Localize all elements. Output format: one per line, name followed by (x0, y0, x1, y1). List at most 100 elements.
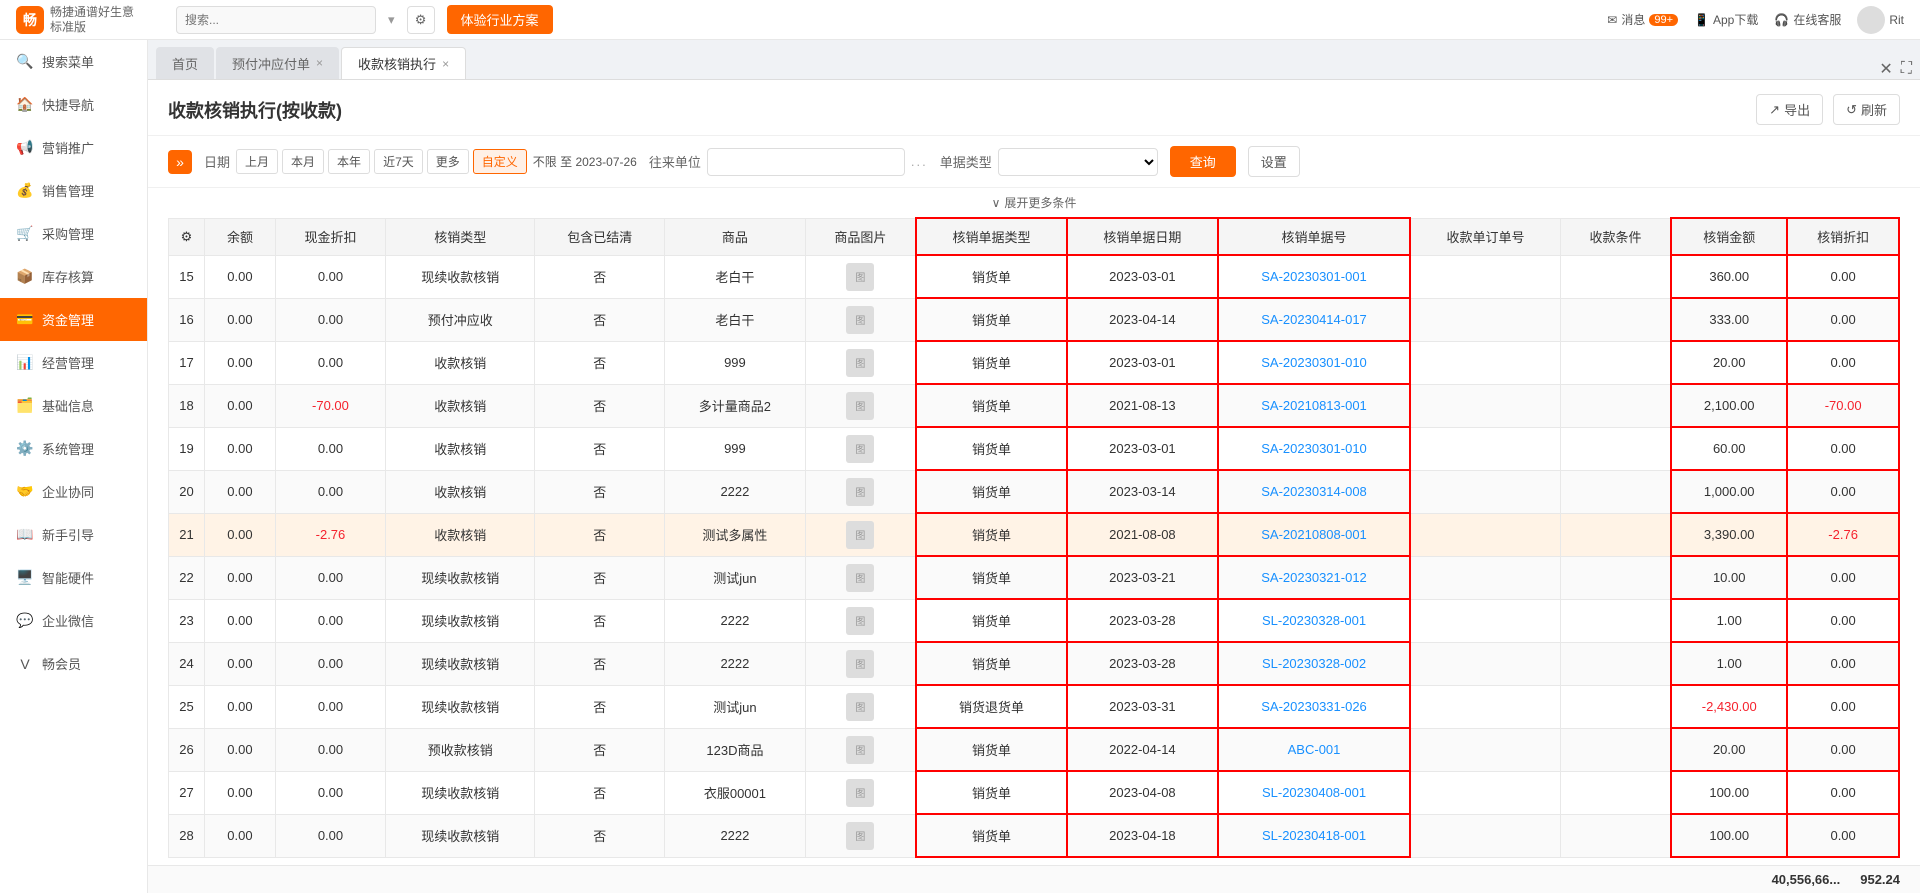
sidebar-item-finance[interactable]: 💳 资金管理 (0, 298, 147, 341)
settings-icon[interactable]: ⚙ (407, 6, 435, 34)
receipt-order-no-cell (1410, 556, 1560, 599)
seq-cell: 26 (169, 728, 205, 771)
receipt-order-no-cell (1410, 427, 1560, 470)
sidebar-item-marketing[interactable]: 📢 营销推广 (0, 126, 147, 169)
date-btn-custom[interactable]: 自定义 (473, 149, 527, 174)
cash-discount-cell: 0.00 (275, 771, 385, 814)
dropdown-arrow-icon[interactable]: ▾ (388, 12, 395, 28)
sidebar-item-sales[interactable]: 💰 销售管理 (0, 169, 147, 212)
online-service-button[interactable]: 🎧 在线客服 (1774, 11, 1841, 28)
sidebar-item-label: 系统管理 (42, 439, 94, 458)
writeoff-no-cell[interactable]: SA-20230331-026 (1218, 685, 1410, 728)
include-settled-cell: 否 (535, 384, 665, 427)
date-btn-7days[interactable]: 近7天 (374, 149, 423, 174)
date-btn-last-month[interactable]: 上月 (236, 149, 278, 174)
sidebar-item-operation[interactable]: 📊 经营管理 (0, 341, 147, 384)
writeoff-no-cell[interactable]: SA-20230301-010 (1218, 427, 1410, 470)
close-all-icon[interactable]: ✕ (1879, 59, 1892, 79)
date-btn-more[interactable]: 更多 (427, 149, 469, 174)
writeoff-date-cell: 2023-04-08 (1067, 771, 1218, 814)
seq-cell: 23 (169, 599, 205, 642)
writeoff-amount-cell: 333.00 (1671, 298, 1787, 341)
writeoff-no-cell[interactable]: SL-20230328-002 (1218, 642, 1410, 685)
expand-window-icon[interactable]: ⛶ (1901, 60, 1912, 78)
table-row: 16 0.00 0.00 预付冲应收 否 老白干 图 销货单 2023-04-1… (169, 298, 1900, 341)
writeoff-no-cell[interactable]: SL-20230418-001 (1218, 814, 1410, 857)
sidebar-item-label: 基础信息 (42, 396, 94, 415)
sidebar-item-purchase[interactable]: 🛒 采购管理 (0, 212, 147, 255)
seq-cell: 28 (169, 814, 205, 857)
export-button[interactable]: ↗ 导出 (1756, 94, 1823, 125)
writeoff-date-cell: 2023-03-14 (1067, 470, 1218, 513)
sidebar-item-search[interactable]: 🔍 搜索菜单 (0, 40, 147, 83)
sidebar-item-shortcut[interactable]: 🏠 快捷导航 (0, 83, 147, 126)
table-setting-button[interactable]: 设置 (1248, 146, 1300, 177)
writeoff-discount-cell: 0.00 (1787, 298, 1899, 341)
date-btn-this-month[interactable]: 本月 (282, 149, 324, 174)
writeoff-no-cell[interactable]: SA-20230321-012 (1218, 556, 1410, 599)
product-img-cell: 图 (805, 814, 916, 857)
refresh-button[interactable]: ↺ 刷新 (1833, 94, 1900, 125)
column-settings-icon[interactable]: ⚙ (181, 229, 193, 244)
balance-cell: 0.00 (205, 814, 276, 857)
writeoff-no-cell[interactable]: SL-20230408-001 (1218, 771, 1410, 814)
sidebar-item-collab[interactable]: 🤝 企业协同 (0, 470, 147, 513)
writeoff-no-cell[interactable]: SA-20230414-017 (1218, 298, 1410, 341)
main-layout: 🔍 搜索菜单 🏠 快捷导航 📢 营销推广 💰 销售管理 🛒 采购管理 📦 库存核… (0, 40, 1920, 893)
table-wrapper[interactable]: ⚙ 余额 现金折扣 核销类型 包含已结清 商品 商品图片 核销单据类型 核销单据… (148, 217, 1920, 865)
receipt-order-no-cell (1410, 513, 1560, 556)
expand-filter-button[interactable]: » (168, 150, 192, 174)
voucher-type-filter: 单据类型 (940, 148, 1158, 176)
tab-prepay[interactable]: 预付冲应付单 × (216, 47, 339, 79)
sidebar-item-system[interactable]: ⚙️ 系统管理 (0, 427, 147, 470)
sidebar-item-label: 资金管理 (42, 310, 94, 329)
seq-cell: 19 (169, 427, 205, 470)
voucher-type-select[interactable] (998, 148, 1158, 176)
headset-icon: 🎧 (1774, 13, 1789, 27)
tab-home-label: 首页 (172, 54, 198, 73)
tab-writeoff-close-icon[interactable]: × (442, 57, 449, 71)
app-logo: 畅 畅捷通谱好生意 标准版 (16, 5, 164, 34)
sidebar-item-inventory[interactable]: 📦 库存核算 (0, 255, 147, 298)
writeoff-no-cell[interactable]: SA-20230314-008 (1218, 470, 1410, 513)
expand-more-button[interactable]: ∨ 展开更多条件 (992, 194, 1077, 211)
tab-prepay-close-icon[interactable]: × (316, 56, 323, 70)
writeoff-discount-cell: -2.76 (1787, 513, 1899, 556)
top-search-input[interactable] (176, 6, 376, 34)
sidebar-item-hardware[interactable]: 🖥️ 智能硬件 (0, 556, 147, 599)
date-btn-this-year[interactable]: 本年 (328, 149, 370, 174)
product-cell: 999 (665, 427, 806, 470)
th-receipt-cond: 收款条件 (1560, 218, 1671, 255)
writeoff-no-cell[interactable]: SA-20230301-010 (1218, 341, 1410, 384)
sidebar-item-guide[interactable]: 📖 新手引导 (0, 513, 147, 556)
sidebar-item-label: 库存核算 (42, 267, 94, 286)
sidebar-item-wechat[interactable]: 💬 企业微信 (0, 599, 147, 642)
writeoff-discount-cell: 0.00 (1787, 685, 1899, 728)
user-menu[interactable]: Rit (1857, 6, 1904, 34)
writeoff-voucher-type-cell: 销货单 (916, 255, 1067, 298)
balance-cell: 0.00 (205, 427, 276, 470)
tab-home[interactable]: 首页 (156, 47, 214, 79)
date-filter-group: 日期 上月 本月 本年 近7天 更多 自定义 不限 至 2023-07-26 (204, 149, 637, 174)
writeoff-no-cell[interactable]: ABC-001 (1218, 728, 1410, 771)
trade-partner-input[interactable] (707, 148, 905, 176)
tab-writeoff[interactable]: 收款核销执行 × (341, 47, 466, 79)
date-filter-label: 日期 (204, 152, 230, 171)
th-gear[interactable]: ⚙ (169, 218, 205, 255)
message-button[interactable]: ✉ 消息 99+ (1607, 11, 1678, 28)
sidebar-item-member[interactable]: V 畅会员 (0, 642, 147, 685)
query-button[interactable]: 查询 (1170, 146, 1236, 177)
writeoff-date-cell: 2023-03-01 (1067, 255, 1218, 298)
writeoff-no-cell[interactable]: SA-20230301-001 (1218, 255, 1410, 298)
refresh-icon: ↺ (1846, 102, 1857, 118)
writeoff-discount-cell: 0.00 (1787, 642, 1899, 685)
app-download-button[interactable]: 📱 App下载 (1694, 11, 1758, 28)
writeoff-no-cell[interactable]: SA-20210813-001 (1218, 384, 1410, 427)
industry-solution-button[interactable]: 体验行业方案 (447, 5, 553, 34)
writeoff-no-cell[interactable]: SL-20230328-001 (1218, 599, 1410, 642)
sidebar-item-label: 销售管理 (42, 181, 94, 200)
writeoff-no-cell[interactable]: SA-20210808-001 (1218, 513, 1410, 556)
seq-cell: 15 (169, 255, 205, 298)
table-row: 24 0.00 0.00 现续收款核销 否 2222 图 销货单 2023-03… (169, 642, 1900, 685)
sidebar-item-basic[interactable]: 🗂️ 基础信息 (0, 384, 147, 427)
